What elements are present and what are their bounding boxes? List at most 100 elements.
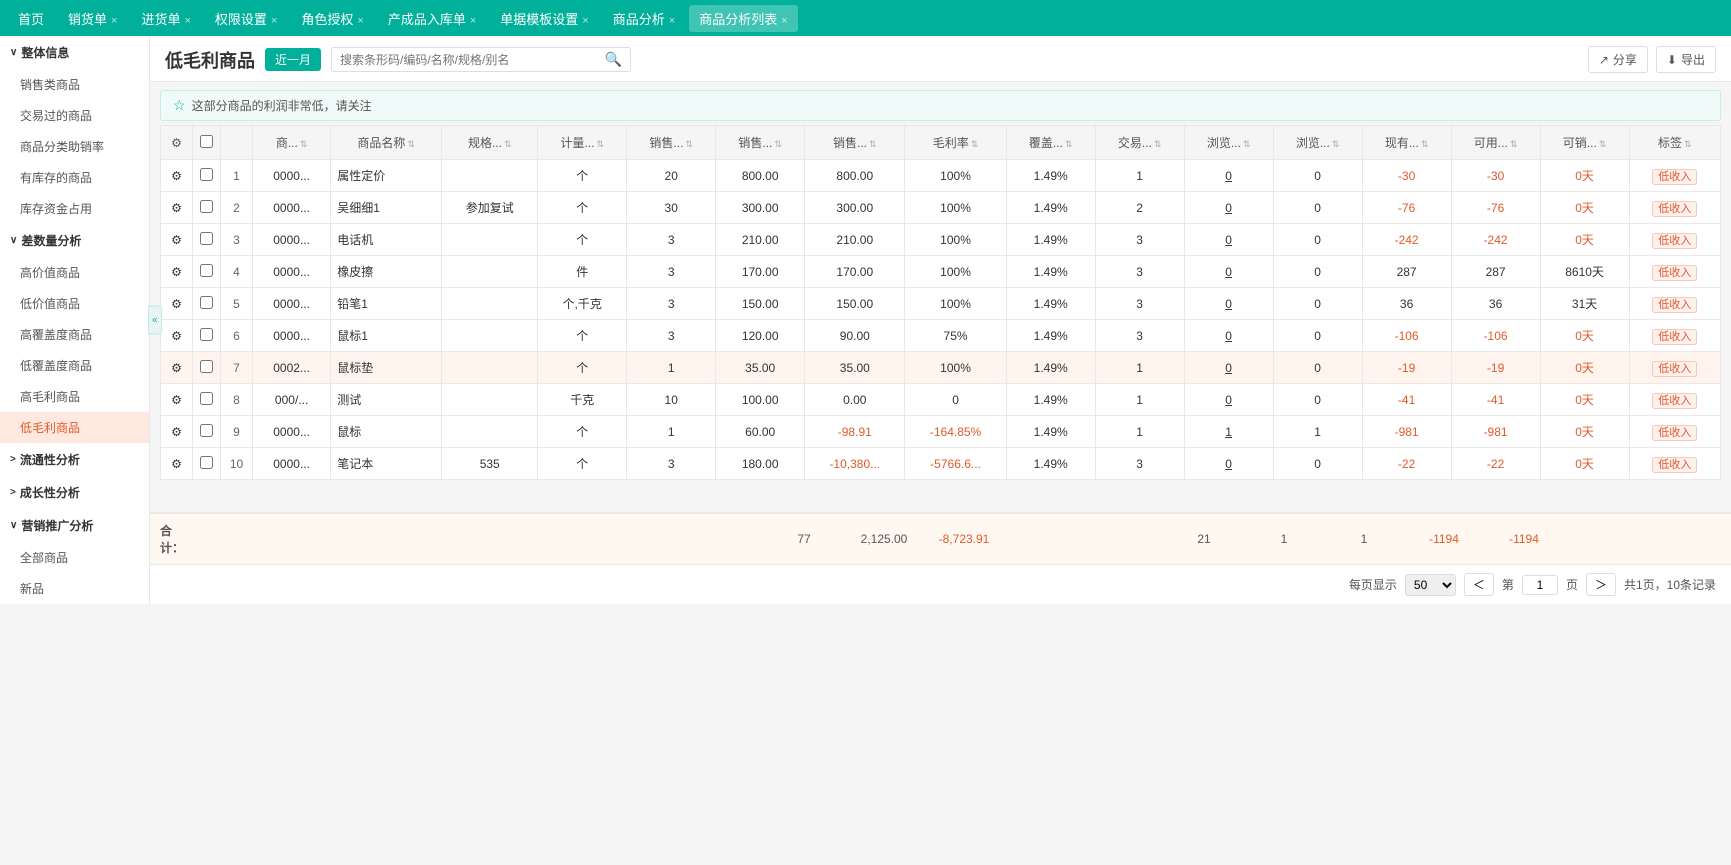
row-views1[interactable]: 0 xyxy=(1184,256,1273,288)
row-settings[interactable]: ⚙ xyxy=(161,192,193,224)
sidebar-item-高毛利商品[interactable]: 高毛利商品 xyxy=(0,381,149,412)
row-views1[interactable]: 0 xyxy=(1184,288,1273,320)
row-checkbox[interactable] xyxy=(193,320,221,352)
row-views1[interactable]: 0 xyxy=(1184,160,1273,192)
row-checkbox[interactable] xyxy=(193,416,221,448)
row-select-checkbox[interactable] xyxy=(200,232,213,245)
row-select-checkbox[interactable] xyxy=(200,200,213,213)
row-checkbox[interactable] xyxy=(193,288,221,320)
col-gross-margin[interactable]: 毛利率⇅ xyxy=(905,126,1006,160)
sidebar-group-成长性分析[interactable]: > 成长性分析 xyxy=(0,476,149,509)
sidebar-item-全部商品[interactable]: 全部商品 xyxy=(0,542,149,573)
col-available[interactable]: 可用...⇅ xyxy=(1451,126,1540,160)
row-settings[interactable]: ⚙ xyxy=(161,256,193,288)
col-sellable[interactable]: 可销...⇅ xyxy=(1540,126,1629,160)
sidebar-item-库存资金占用[interactable]: 库存资金占用 xyxy=(0,193,149,224)
nav-close-icon[interactable]: × xyxy=(470,15,476,27)
row-select-checkbox[interactable] xyxy=(200,264,213,277)
sidebar-item-高覆盖度商品[interactable]: 高覆盖度商品 xyxy=(0,319,149,350)
row-select-checkbox[interactable] xyxy=(200,296,213,309)
col-views1[interactable]: 浏览...⇅ xyxy=(1184,126,1273,160)
filter-btn[interactable]: 近一月 xyxy=(265,48,321,71)
row-views1[interactable]: 0 xyxy=(1184,384,1273,416)
col-spec[interactable]: 规格...⇅ xyxy=(442,126,538,160)
nav-item-首页[interactable]: 首页 xyxy=(8,5,54,32)
nav-item-单据模板设置[interactable]: 单据模板设置× xyxy=(490,5,598,32)
row-settings[interactable]: ⚙ xyxy=(161,384,193,416)
sidebar-item-销售类商品[interactable]: 销售类商品 xyxy=(0,69,149,100)
row-checkbox[interactable] xyxy=(193,224,221,256)
sidebar-item-新品[interactable]: 新品 xyxy=(0,573,149,604)
row-settings[interactable]: ⚙ xyxy=(161,160,193,192)
search-input[interactable] xyxy=(340,53,605,67)
row-select-checkbox[interactable] xyxy=(200,424,213,437)
search-icon[interactable]: 🔍 xyxy=(605,51,622,68)
nav-close-icon[interactable]: × xyxy=(781,15,787,27)
nav-item-进货单[interactable]: 进货单× xyxy=(131,5,200,32)
col-sales-price[interactable]: 销售...⇅ xyxy=(716,126,805,160)
col-transactions[interactable]: 交易...⇅ xyxy=(1095,126,1184,160)
nav-close-icon[interactable]: × xyxy=(111,15,117,27)
row-views1[interactable]: 1 xyxy=(1184,416,1273,448)
col-views2[interactable]: 浏览...⇅ xyxy=(1273,126,1362,160)
nav-close-icon[interactable]: × xyxy=(271,15,277,27)
sidebar-item-交易过的商品[interactable]: 交易过的商品 xyxy=(0,100,149,131)
col-tag[interactable]: 标签⇅ xyxy=(1629,126,1720,160)
row-checkbox[interactable] xyxy=(193,256,221,288)
nav-close-icon[interactable]: × xyxy=(184,15,190,27)
select-all-checkbox[interactable] xyxy=(200,135,213,148)
col-sales-qty[interactable]: 销售...⇅ xyxy=(627,126,716,160)
row-checkbox[interactable] xyxy=(193,448,221,480)
col-sales-profit[interactable]: 销售...⇅ xyxy=(805,126,905,160)
row-checkbox[interactable] xyxy=(193,192,221,224)
search-box[interactable]: 🔍 xyxy=(331,47,631,72)
sidebar-group-营销推广分析[interactable]: ∨ 营销推广分析 xyxy=(0,509,149,542)
sidebar-item-低价值商品[interactable]: 低价值商品 xyxy=(0,288,149,319)
nav-item-销货单[interactable]: 销货单× xyxy=(58,5,127,32)
col-current-stock[interactable]: 现有...⇅ xyxy=(1362,126,1451,160)
sidebar-item-低覆盖度商品[interactable]: 低覆盖度商品 xyxy=(0,350,149,381)
row-views1[interactable]: 0 xyxy=(1184,352,1273,384)
sidebar-item-有库存的商品[interactable]: 有库存的商品 xyxy=(0,162,149,193)
row-settings[interactable]: ⚙ xyxy=(161,320,193,352)
sidebar-collapse-button[interactable]: « xyxy=(148,306,162,335)
row-settings[interactable]: ⚙ xyxy=(161,288,193,320)
col-unit[interactable]: 计量...⇅ xyxy=(538,126,627,160)
nav-close-icon[interactable]: × xyxy=(669,15,675,27)
nav-close-icon[interactable]: × xyxy=(357,15,363,27)
row-views1[interactable]: 0 xyxy=(1184,192,1273,224)
row-views1[interactable]: 0 xyxy=(1184,448,1273,480)
col-settings[interactable]: ⚙ xyxy=(161,126,193,160)
sidebar-group-流通性分析[interactable]: > 流通性分析 xyxy=(0,443,149,476)
sidebar-group-差数量分析[interactable]: ∨ 差数量分析 xyxy=(0,224,149,257)
sidebar-item-高价值商品[interactable]: 高价值商品 xyxy=(0,257,149,288)
sidebar-group-整体信息[interactable]: ∨ 整体信息 xyxy=(0,36,149,69)
row-views1[interactable]: 0 xyxy=(1184,320,1273,352)
row-settings[interactable]: ⚙ xyxy=(161,448,193,480)
nav-item-商品分析[interactable]: 商品分析× xyxy=(603,5,685,32)
export-button[interactable]: ⬇ 导出 xyxy=(1656,46,1716,73)
next-page-button[interactable]: ＞ xyxy=(1586,573,1616,596)
col-checkbox[interactable] xyxy=(193,126,221,160)
row-checkbox[interactable] xyxy=(193,384,221,416)
row-settings[interactable]: ⚙ xyxy=(161,352,193,384)
nav-item-角色授权[interactable]: 角色授权× xyxy=(291,5,373,32)
sidebar-item-商品分类助销率[interactable]: 商品分类助销率 xyxy=(0,131,149,162)
prev-page-button[interactable]: ＜ xyxy=(1464,573,1494,596)
row-settings[interactable]: ⚙ xyxy=(161,224,193,256)
col-name[interactable]: 商品名称⇅ xyxy=(331,126,442,160)
row-checkbox[interactable] xyxy=(193,160,221,192)
row-select-checkbox[interactable] xyxy=(200,360,213,373)
row-select-checkbox[interactable] xyxy=(200,456,213,469)
row-views1[interactable]: 0 xyxy=(1184,224,1273,256)
row-select-checkbox[interactable] xyxy=(200,392,213,405)
page-size-select[interactable]: 50 100 200 xyxy=(1405,574,1456,596)
row-select-checkbox[interactable] xyxy=(200,168,213,181)
nav-item-商品分析列表[interactable]: 商品分析列表× xyxy=(689,5,797,32)
nav-close-icon[interactable]: × xyxy=(582,15,588,27)
share-button[interactable]: ↗ 分享 xyxy=(1588,46,1648,73)
row-checkbox[interactable] xyxy=(193,352,221,384)
row-select-checkbox[interactable] xyxy=(200,328,213,341)
row-settings[interactable]: ⚙ xyxy=(161,416,193,448)
sidebar-item-低毛利商品[interactable]: 低毛利商品 xyxy=(0,412,149,443)
